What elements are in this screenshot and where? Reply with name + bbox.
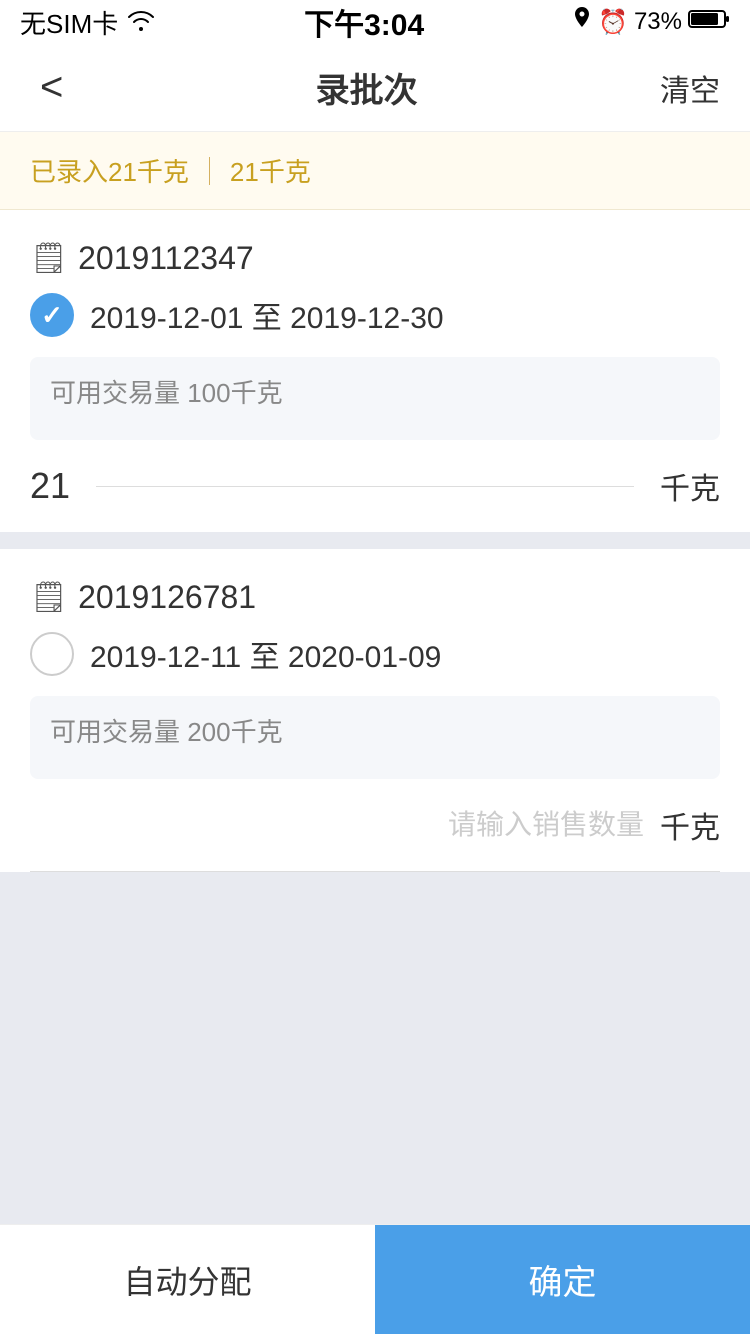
status-left: 无SIM卡 [20, 4, 156, 41]
batch2-date-row: 2019-12-11 至 2020-01-09 [30, 632, 720, 676]
bottom-bar: 自动分配 确定 [0, 1224, 750, 1334]
batch1-quantity-row: 21 千克 [0, 440, 750, 533]
batch2-header: 🗒 2019126781 [30, 579, 720, 616]
status-right: ⏰ 73% [572, 7, 730, 38]
back-button[interactable]: < [30, 55, 73, 120]
batch2-date: 2019-12-11 至 2020-01-09 [90, 632, 441, 676]
batch2-number: 2019126781 [78, 579, 256, 616]
batch1-avail-text: 可用交易量 100千克 [50, 378, 283, 408]
batch1-qty-unit: 千克 [660, 464, 720, 508]
batch1-number: 2019112347 [78, 240, 254, 277]
carrier-label: 无SIM卡 [20, 4, 118, 41]
status-time: 下午3:04 [304, 0, 424, 44]
batch1-icon: 🗒 [30, 241, 68, 276]
clear-button[interactable]: 清空 [660, 66, 720, 110]
batch2-avail-text: 可用交易量 200千克 [50, 717, 283, 747]
page-title: 录批次 [316, 63, 418, 112]
batch1-qty-value: 21 [30, 465, 70, 507]
status-bar: 无SIM卡 下午3:04 ⏰ 73% [0, 0, 750, 44]
info-bar: 已录入21千克 21千克 [0, 132, 750, 210]
wifi-icon [126, 7, 156, 38]
batch1-avail-box: 可用交易量 100千克 [30, 357, 720, 440]
batch2-icon: 🗒 [30, 580, 68, 615]
batch2-card: 🗒 2019126781 2019-12-11 至 2020-01-09 可用交… [0, 549, 750, 872]
auto-distribute-button[interactable]: 自动分配 [0, 1225, 375, 1334]
alarm-icon: ⏰ [598, 8, 628, 37]
info-value: 21千克 [230, 152, 311, 189]
batch1-radio[interactable] [30, 293, 74, 337]
batch1-date-row: 2019-12-01 至 2019-12-30 [30, 293, 720, 337]
battery-label: 73% [634, 8, 682, 36]
battery-icon [688, 8, 730, 37]
location-icon [572, 7, 592, 38]
confirm-button[interactable]: 确定 [375, 1225, 750, 1334]
info-label: 已录入21千克 [30, 152, 189, 189]
nav-bar: < 录批次 清空 [0, 44, 750, 132]
batch2-avail-box: 可用交易量 200千克 [30, 696, 720, 779]
batch1-qty-underline [96, 486, 634, 487]
batch2-qty-input[interactable] [30, 809, 644, 841]
batch1-date: 2019-12-01 至 2019-12-30 [90, 293, 444, 337]
info-divider [209, 157, 210, 185]
batch1-card: 🗒 2019112347 2019-12-01 至 2019-12-30 可用交… [0, 210, 750, 440]
batch2-input-row: 千克 [30, 779, 720, 872]
batch1-header: 🗒 2019112347 [30, 240, 720, 277]
batch2-unit: 千克 [660, 803, 720, 847]
section-divider [0, 533, 750, 549]
batch2-radio[interactable] [30, 632, 74, 676]
